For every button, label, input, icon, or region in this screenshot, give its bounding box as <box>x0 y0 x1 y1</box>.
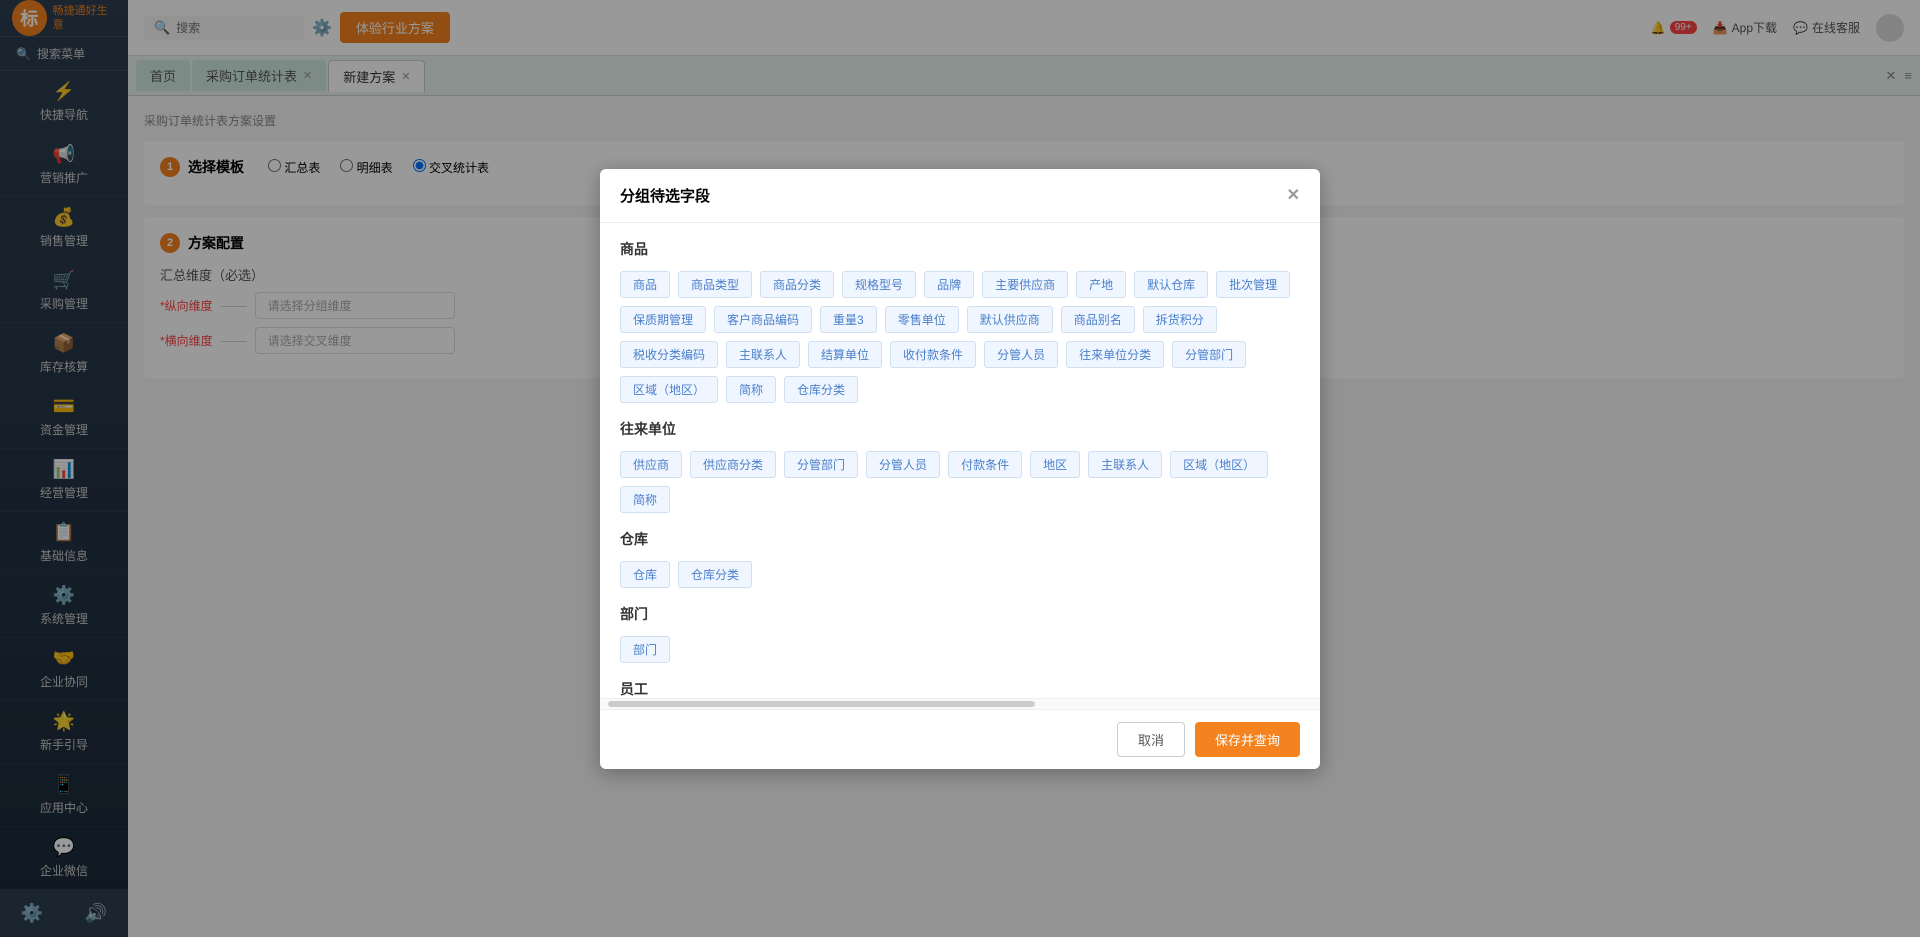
tag-managed-by[interactable]: 分管人员 <box>984 341 1058 368</box>
tag-weight3[interactable]: 重量3 <box>820 306 877 333</box>
section-warehouse-tags: 仓库 仓库分类 <box>620 561 1300 588</box>
tag-supplier-category[interactable]: 供应商分类 <box>690 451 776 478</box>
tag-main-supplier[interactable]: 主要供应商 <box>982 271 1068 298</box>
tag-settlement-unit[interactable]: 结算单位 <box>808 341 882 368</box>
tag-default-warehouse[interactable]: 默认仓库 <box>1134 271 1208 298</box>
section-partner-title: 往来单位 <box>620 419 1300 439</box>
section-product-title: 商品 <box>620 239 1300 259</box>
tag-main-contact2[interactable]: 主联系人 <box>1088 451 1162 478</box>
section-employee-title: 员工 <box>620 679 1300 698</box>
tag-retail-unit[interactable]: 零售单位 <box>885 306 959 333</box>
tag-product[interactable]: 商品 <box>620 271 670 298</box>
cancel-button[interactable]: 取消 <box>1117 722 1185 757</box>
dialog-footer: 取消 保存并查询 <box>600 709 1320 769</box>
tag-supplier[interactable]: 供应商 <box>620 451 682 478</box>
confirm-button[interactable]: 保存并查询 <box>1195 722 1300 757</box>
dialog-body: 商品 商品 商品类型 商品分类 规格型号 品牌 主要供应商 产地 默认仓库 批次… <box>600 223 1320 698</box>
tag-department[interactable]: 部门 <box>620 636 670 663</box>
tag-partner-manager[interactable]: 分管人员 <box>866 451 940 478</box>
h-scrollbar-thumb <box>608 701 1035 707</box>
field-select-dialog: 分组待选字段 ✕ 商品 商品 商品类型 商品分类 规格型号 品牌 主要供应商 产… <box>600 169 1320 769</box>
tag-tax-code[interactable]: 税收分类编码 <box>620 341 718 368</box>
section-partner-tags: 供应商 供应商分类 分管部门 分管人员 付款条件 地区 主联系人 区域（地区） … <box>620 451 1300 513</box>
tag-main-contact[interactable]: 主联系人 <box>726 341 800 368</box>
tag-short-name[interactable]: 简称 <box>726 376 776 403</box>
dialog-title: 分组待选字段 <box>620 185 710 206</box>
dialog-header: 分组待选字段 ✕ <box>600 169 1320 223</box>
dialog-close-icon[interactable]: ✕ <box>1287 185 1300 205</box>
tag-product-type[interactable]: 商品类型 <box>678 271 752 298</box>
section-product-tags: 商品 商品类型 商品分类 规格型号 品牌 主要供应商 产地 默认仓库 批次管理 … <box>620 271 1300 403</box>
tag-product-category[interactable]: 商品分类 <box>760 271 834 298</box>
section-dept-tags: 部门 <box>620 636 1300 663</box>
tag-customer-code[interactable]: 客户商品编码 <box>714 306 812 333</box>
tag-payment-condition[interactable]: 付款条件 <box>948 451 1022 478</box>
tag-shelf-life[interactable]: 保质期管理 <box>620 306 706 333</box>
tag-brand[interactable]: 品牌 <box>924 271 974 298</box>
tag-default-supplier[interactable]: 默认供应商 <box>967 306 1053 333</box>
tag-region[interactable]: 区域（地区） <box>620 376 718 403</box>
tag-region2[interactable]: 区域（地区） <box>1170 451 1268 478</box>
tag-dept[interactable]: 分管部门 <box>1172 341 1246 368</box>
tag-partner-dept[interactable]: 分管部门 <box>784 451 858 478</box>
tag-area[interactable]: 地区 <box>1030 451 1080 478</box>
tag-warehouse-category[interactable]: 仓库分类 <box>784 376 858 403</box>
tag-batch-mgmt[interactable]: 批次管理 <box>1216 271 1290 298</box>
tag-warehouse-cat[interactable]: 仓库分类 <box>678 561 752 588</box>
section-dept-title: 部门 <box>620 604 1300 624</box>
tag-partner-category[interactable]: 往来单位分类 <box>1066 341 1164 368</box>
tag-payment-terms[interactable]: 收付款条件 <box>890 341 976 368</box>
tag-product-alias[interactable]: 商品别名 <box>1061 306 1135 333</box>
tag-origin[interactable]: 产地 <box>1076 271 1126 298</box>
tag-short-name2[interactable]: 简称 <box>620 486 670 513</box>
tag-disassemble-points[interactable]: 拆货积分 <box>1143 306 1217 333</box>
modal-overlay: 分组待选字段 ✕ 商品 商品 商品类型 商品分类 规格型号 品牌 主要供应商 产… <box>0 0 1920 937</box>
tag-spec-model[interactable]: 规格型号 <box>842 271 916 298</box>
section-warehouse-title: 仓库 <box>620 529 1300 549</box>
horizontal-scrollbar[interactable] <box>600 698 1320 709</box>
tag-warehouse[interactable]: 仓库 <box>620 561 670 588</box>
